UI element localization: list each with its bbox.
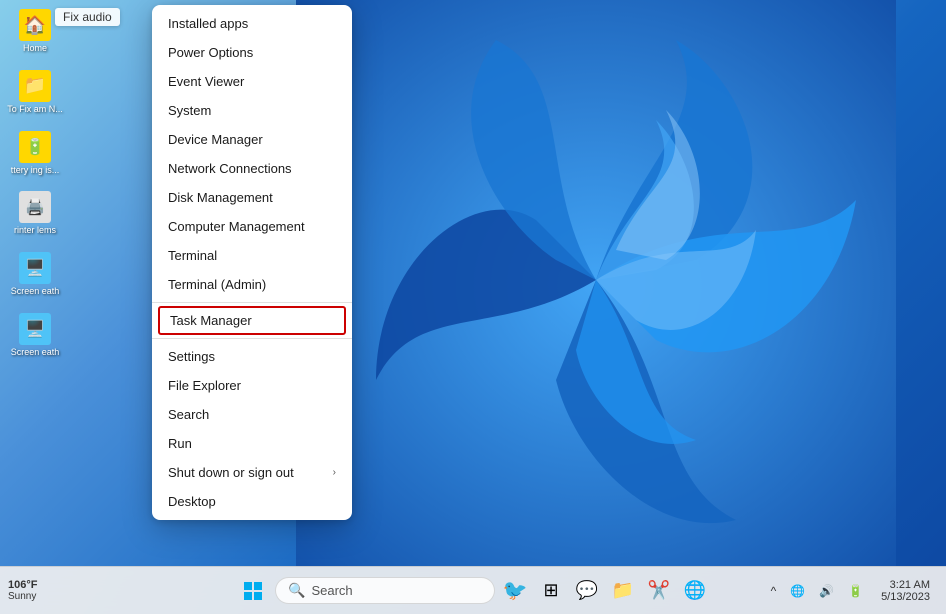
taskbar-browser-icon[interactable]: 🌐 (679, 575, 711, 607)
show-hidden-icons-button[interactable]: ^ (765, 580, 783, 602)
desktop-icon-6-label: Screen eath (11, 347, 60, 358)
menu-item-power-options[interactable]: Power Options (152, 38, 352, 67)
taskbar-folder-icon[interactable]: 📁 (607, 575, 639, 607)
desktop-icon-3-label: ttery ing is... (11, 165, 60, 176)
system-tray: ^ 🌐 🔊 🔋 (765, 580, 870, 602)
menu-item-task-manager[interactable]: Task Manager (158, 306, 346, 335)
desktop-icon-home-label: Home (23, 43, 47, 54)
clock-time: 3:21 AM (890, 579, 930, 591)
taskbar-right: ^ 🌐 🔊 🔋 3:21 AM 5/13/2023 (765, 577, 938, 605)
volume-icon[interactable]: 🔊 (813, 580, 840, 602)
menu-item-search[interactable]: Search (152, 400, 352, 429)
desktop-icon-home[interactable]: 🏠 Home (3, 5, 67, 58)
weather-condition: Sunny (8, 591, 37, 602)
desktop-icons-area: 🏠 Home 📁 To Fix am N... 🔋 ttery ing is..… (0, 0, 70, 566)
windows-logo-icon (244, 582, 262, 600)
menu-item-installed-apps[interactable]: Installed apps (152, 9, 352, 38)
weather-widget[interactable]: 106°F Sunny (8, 579, 37, 602)
menu-item-file-explorer[interactable]: File Explorer (152, 371, 352, 400)
desktop-icon-3[interactable]: 🔋 ttery ing is... (3, 127, 67, 180)
taskbar-center: 🔍 Search 🐦 ⊞ 💬 📁 ✂️ 🌐 (235, 573, 711, 609)
shut-down-arrow-icon: › (333, 467, 336, 478)
desktop-icon-4[interactable]: 🖨️ rinter lems (3, 187, 67, 240)
menu-item-terminal-admin[interactable]: Terminal (Admin) (152, 270, 352, 299)
menu-item-run[interactable]: Run (152, 429, 352, 458)
taskbar-search-label: Search (311, 583, 352, 598)
desktop-wallpaper (296, 0, 896, 570)
battery-icon[interactable]: 🔋 (842, 580, 869, 602)
menu-item-shut-down[interactable]: Shut down or sign out › (152, 458, 352, 487)
menu-item-system[interactable]: System (152, 96, 352, 125)
menu-item-event-viewer[interactable]: Event Viewer (152, 67, 352, 96)
desktop-icon-6[interactable]: 🖥️ Screen eath (3, 309, 67, 362)
clock-date: 5/13/2023 (881, 591, 930, 603)
desktop-icon-4-label: rinter lems (14, 225, 56, 236)
menu-item-device-manager[interactable]: Device Manager (152, 125, 352, 154)
taskbar-view-icon[interactable]: ⊞ (535, 575, 567, 607)
taskbar-search[interactable]: 🔍 Search (275, 577, 495, 604)
menu-item-terminal[interactable]: Terminal (152, 241, 352, 270)
search-icon: 🔍 (288, 582, 305, 599)
menu-item-desktop[interactable]: Desktop (152, 487, 352, 516)
taskbar-left: 106°F Sunny (8, 579, 41, 602)
clock-widget[interactable]: 3:21 AM 5/13/2023 (873, 577, 938, 605)
menu-separator-1 (152, 302, 352, 303)
menu-item-disk-management[interactable]: Disk Management (152, 183, 352, 212)
taskbar-bird-icon[interactable]: 🐦 (499, 575, 531, 607)
desktop-icon-2-label: To Fix am N... (7, 104, 63, 115)
taskbar: 106°F Sunny 🔍 Search 🐦 ⊞ (0, 566, 946, 614)
menu-item-settings[interactable]: Settings (152, 342, 352, 371)
desktop-icon-5[interactable]: 🖥️ Screen eath (3, 248, 67, 301)
start-button[interactable] (235, 573, 271, 609)
weather-temperature: 106°F (8, 579, 37, 591)
desktop: Fix audio 🏠 Home 📁 To Fix am N... 🔋 tter… (0, 0, 946, 614)
network-icon[interactable]: 🌐 (784, 580, 811, 602)
menu-item-computer-management[interactable]: Computer Management (152, 212, 352, 241)
desktop-icon-5-label: Screen eath (11, 286, 60, 297)
desktop-icon-2[interactable]: 📁 To Fix am N... (3, 66, 67, 119)
menu-item-network-connections[interactable]: Network Connections (152, 154, 352, 183)
context-menu: Installed apps Power Options Event Viewe… (152, 5, 352, 520)
menu-separator-2 (152, 338, 352, 339)
taskbar-teams-icon[interactable]: 💬 (571, 575, 603, 607)
taskbar-snip-icon[interactable]: ✂️ (643, 575, 675, 607)
